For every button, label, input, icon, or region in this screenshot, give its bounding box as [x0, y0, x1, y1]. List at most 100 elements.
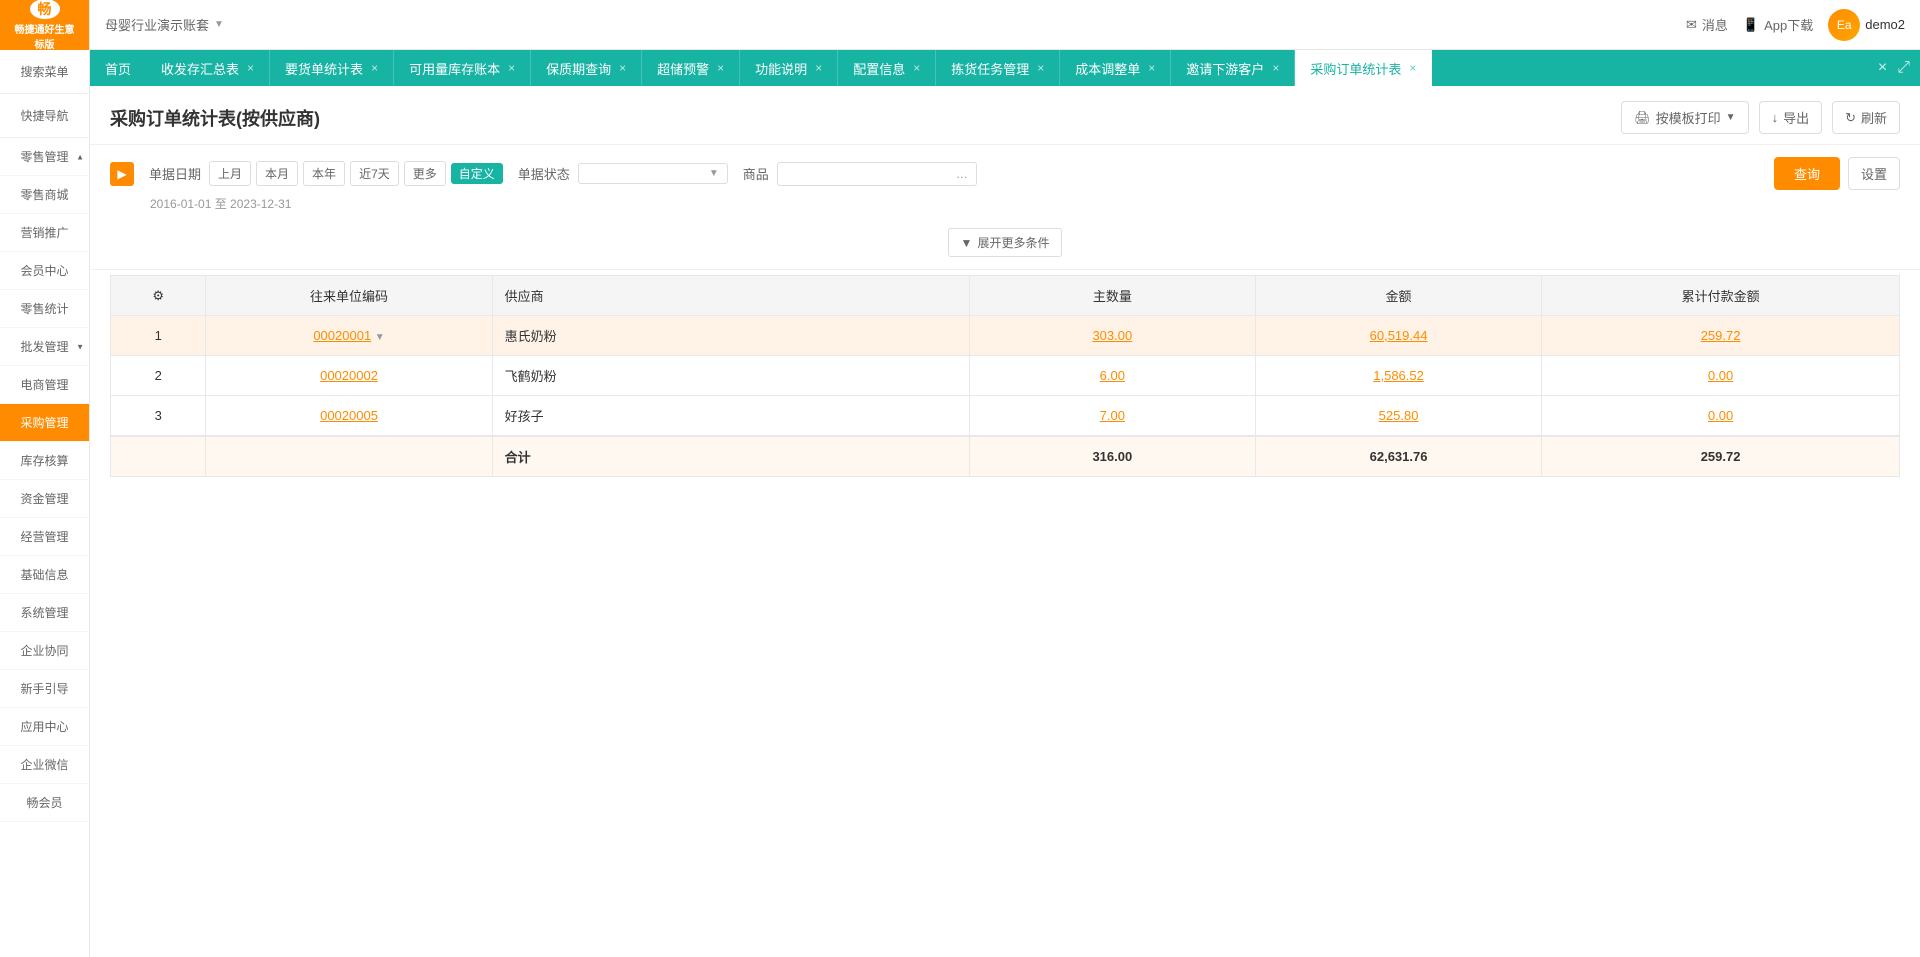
qty-link[interactable]: 6.00	[1100, 368, 1125, 383]
message-button[interactable]: ✉ 消息	[1686, 15, 1728, 34]
code-link[interactable]: 00020001	[313, 328, 371, 343]
export-label: 导出	[1783, 108, 1809, 127]
app-download-button[interactable]: 📱 App下载	[1743, 15, 1813, 34]
tab-receive-summary[interactable]: 收发存汇总表 ×	[146, 50, 270, 86]
goods-filter-input[interactable]: …	[777, 162, 977, 186]
sidebar-item-retail-shop[interactable]: 零售商城	[0, 176, 89, 214]
tab-expiry-query[interactable]: 保质期查询 ×	[531, 50, 642, 86]
paid-link[interactable]: 259.72	[1701, 328, 1741, 343]
tab-close-icon[interactable]: ×	[1148, 61, 1155, 75]
logo-version: 标版	[35, 36, 55, 51]
tab-cost-adjust[interactable]: 成本调整单 ×	[1060, 50, 1171, 86]
tab-close-icon[interactable]: ×	[371, 61, 378, 75]
filter-toggle-button[interactable]: ▶	[110, 162, 134, 186]
table-header: ⚙ 往来单位编码 供应商 主数量 金额 累计付款金额	[111, 276, 1900, 316]
date-custom-badge[interactable]: 自定义	[451, 163, 503, 184]
tab-available-stock[interactable]: 可用量库存账本 ×	[394, 50, 531, 86]
sidebar-item-purchase[interactable]: 采购管理	[0, 404, 89, 442]
sidebar-item-inventory[interactable]: 库存核算	[0, 442, 89, 480]
tab-overstock-alert[interactable]: 超储预警 ×	[642, 50, 740, 86]
tab-home[interactable]: 首页	[90, 50, 146, 86]
expand-filter-button[interactable]: ▼ 展开更多条件	[948, 228, 1063, 257]
tab-invite-downstream[interactable]: 邀请下游客户 ×	[1171, 50, 1295, 86]
sidebar-item-system[interactable]: 系统管理	[0, 594, 89, 632]
export-icon: ↓	[1772, 110, 1779, 125]
paid-link[interactable]: 0.00	[1708, 408, 1733, 423]
amount-link[interactable]: 525.80	[1379, 408, 1419, 423]
tab-close-icon[interactable]: ×	[1409, 61, 1416, 75]
amount-link[interactable]: 60,519.44	[1370, 328, 1428, 343]
query-button[interactable]: 查询	[1774, 157, 1840, 190]
print-arrow-icon: ▼	[1726, 112, 1736, 123]
sidebar-item-enterprise-wechat[interactable]: 企业微信	[0, 746, 89, 784]
sidebar-quick-nav-item[interactable]: 快捷导航	[0, 99, 89, 132]
logo-text: 畅捷通好生意	[15, 21, 75, 36]
date-last7-button[interactable]: 近7天	[350, 161, 399, 186]
tab-func-desc[interactable]: 功能说明 ×	[740, 50, 838, 86]
tab-config-info[interactable]: 配置信息 ×	[838, 50, 936, 86]
sidebar-item-app-center[interactable]: 应用中心	[0, 708, 89, 746]
sidebar-item-basic-info[interactable]: 基础信息	[0, 556, 89, 594]
tab-close-icon[interactable]: ×	[1037, 61, 1044, 75]
table-cell-amount: 60,519.44	[1255, 316, 1541, 356]
tab-fullscreen-button[interactable]: ⤢	[1897, 59, 1910, 77]
date-this-month-button[interactable]: 本月	[256, 161, 298, 186]
code-link[interactable]: 00020002	[320, 368, 378, 383]
table-row: 2 00020002 飞鹤奶粉 6.00 1,586.52 0.00	[111, 356, 1900, 396]
print-button[interactable]: 🖨 按模板打印 ▼	[1621, 101, 1748, 134]
tab-close-icon[interactable]: ×	[913, 61, 920, 75]
sidebar-search-section: 搜索菜单	[0, 50, 89, 94]
sidebar-search-button[interactable]: 搜索菜单	[5, 58, 84, 85]
sidebar-item-new-guide[interactable]: 新手引导	[0, 670, 89, 708]
goods-more-button[interactable]: …	[956, 167, 968, 181]
date-last-month-button[interactable]: 上月	[209, 161, 251, 186]
workspace-selector[interactable]: 母婴行业演示账套 ▼	[105, 15, 224, 34]
user-menu[interactable]: Ea demo2	[1828, 9, 1905, 41]
tab-label: 超储预警	[657, 59, 709, 78]
tab-close-icon[interactable]: ×	[247, 61, 254, 75]
table-cell-qty: 7.00	[969, 396, 1255, 437]
sidebar-item-retail[interactable]: 零售管理	[0, 138, 89, 176]
sidebar-item-enterprise[interactable]: 企业协同	[0, 632, 89, 670]
sidebar-item-operations[interactable]: 经营管理	[0, 518, 89, 556]
message-label: 消息	[1702, 15, 1728, 34]
tab-close-all-button[interactable]: ×	[1878, 59, 1887, 77]
table-cell-paid: 0.00	[1542, 396, 1900, 437]
row-expand-icon[interactable]: ▼	[375, 332, 385, 343]
refresh-button[interactable]: ↻ 刷新	[1832, 101, 1900, 134]
tab-label: 保质期查询	[546, 59, 611, 78]
amount-link[interactable]: 1,586.52	[1373, 368, 1424, 383]
paid-link[interactable]: 0.00	[1708, 368, 1733, 383]
sidebar-item-marketing[interactable]: 营销推广	[0, 214, 89, 252]
tab-label: 采购订单统计表	[1310, 59, 1401, 78]
qty-link[interactable]: 7.00	[1100, 408, 1125, 423]
date-more-button[interactable]: 更多	[404, 161, 446, 186]
tab-close-icon[interactable]: ×	[619, 61, 626, 75]
tabbar: 首页 收发存汇总表 × 要货单统计表 × 可用量库存账本 × 保质期查询 × 超…	[90, 50, 1920, 86]
qty-link[interactable]: 303.00	[1092, 328, 1132, 343]
tab-purchase-summary[interactable]: 采购订单统计表 ×	[1295, 50, 1432, 86]
settings-button[interactable]: 设置	[1848, 157, 1900, 190]
status-filter-select[interactable]: ▼	[578, 163, 728, 184]
settings-icon[interactable]: ⚙	[152, 288, 164, 303]
col-header-check: ⚙	[111, 276, 206, 316]
sidebar-item-ecommerce[interactable]: 电商管理	[0, 366, 89, 404]
tab-close-icon[interactable]: ×	[717, 61, 724, 75]
sidebar-item-member[interactable]: 会员中心	[0, 252, 89, 290]
code-link[interactable]: 00020005	[320, 408, 378, 423]
refresh-icon: ↻	[1845, 110, 1856, 126]
sidebar-item-retail-stats[interactable]: 零售统计	[0, 290, 89, 328]
sidebar-item-finance[interactable]: 资金管理	[0, 480, 89, 518]
date-this-year-button[interactable]: 本年	[303, 161, 345, 186]
tab-goods-summary[interactable]: 要货单统计表 ×	[270, 50, 394, 86]
tab-label: 拣货任务管理	[951, 59, 1029, 78]
refresh-label: 刷新	[1861, 108, 1887, 127]
goods-filter-item: 商品 …	[743, 162, 977, 186]
sidebar-item-member2[interactable]: 畅会员	[0, 784, 89, 822]
tab-close-icon[interactable]: ×	[815, 61, 822, 75]
sidebar-item-wholesale[interactable]: 批发管理	[0, 328, 89, 366]
tab-pick-task[interactable]: 拣货任务管理 ×	[936, 50, 1060, 86]
tab-close-icon[interactable]: ×	[508, 61, 515, 75]
tab-close-icon[interactable]: ×	[1272, 61, 1279, 75]
export-button[interactable]: ↓ 导出	[1759, 101, 1823, 134]
